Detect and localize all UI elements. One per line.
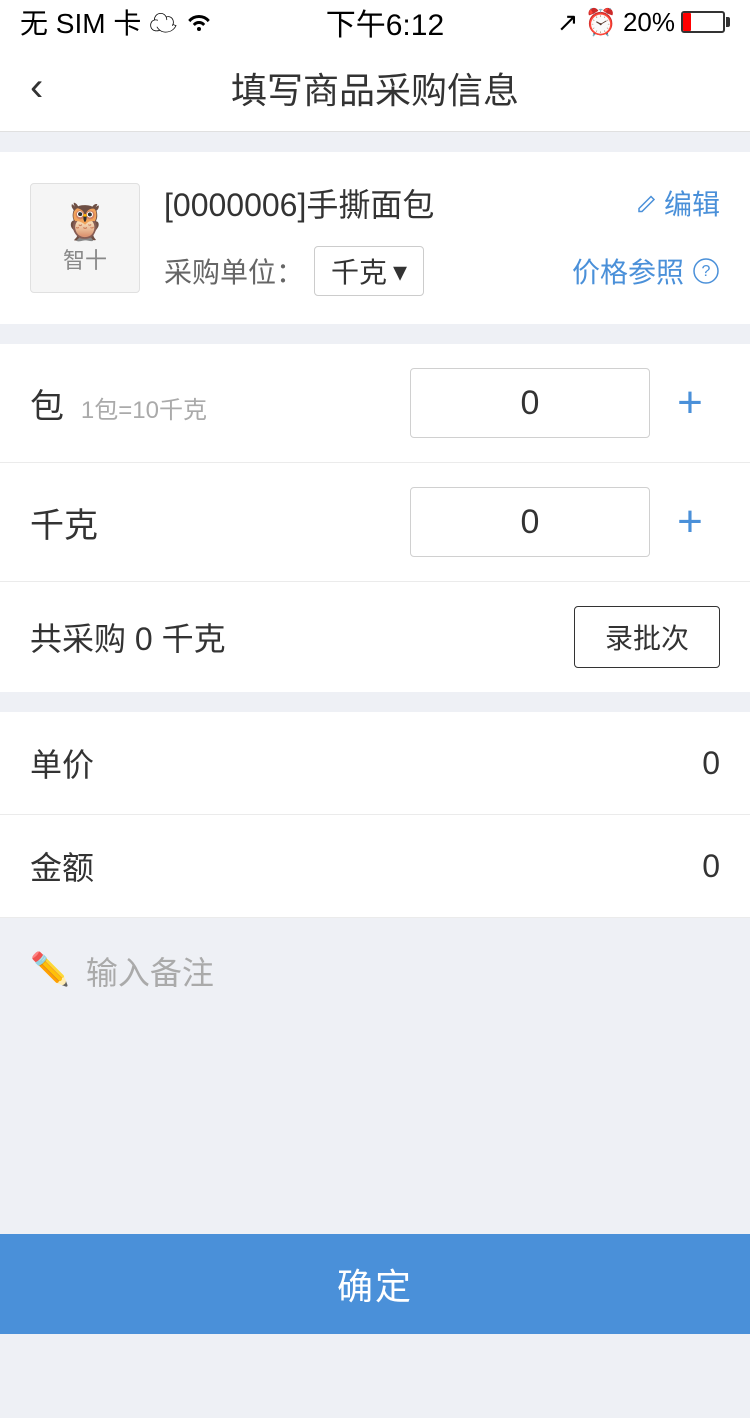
unit-price-row: 单价 0 [0, 712, 750, 815]
status-right: ↗ ⏰ 20% [557, 7, 730, 38]
unit-row: 采购单位： 千克 ▾ 价格参照 ? [164, 246, 720, 296]
price-ref-button[interactable]: 价格参照 ? [572, 251, 720, 291]
bag-input-row: 包 1包=10千克 0 + [0, 344, 750, 463]
unit-price-label: 单价 [30, 740, 94, 786]
section-divider-2 [0, 324, 750, 344]
amount-value: 0 [702, 848, 720, 885]
bag-quantity-input[interactable]: 0 [410, 368, 650, 438]
amount-row: 金额 0 [0, 815, 750, 918]
kg-increment-button[interactable]: + [660, 487, 720, 557]
back-button[interactable]: ‹ [30, 65, 63, 110]
notes-section[interactable]: ✏️ 输入备注 [0, 918, 750, 1118]
status-bar: 无 SIM 卡 ☁ 下午6:12 ↗ ⏰ 20% [0, 0, 750, 44]
bag-label: 包 1包=10千克 [30, 379, 210, 428]
location-icon: ↗ [557, 7, 579, 38]
dropdown-icon: ▾ [393, 255, 407, 288]
product-name: [0000006]手撕面包 [164, 180, 434, 226]
battery-percent: 20% [623, 7, 675, 38]
confirm-button[interactable]: 确定 [0, 1234, 750, 1334]
section-divider-1 [0, 132, 750, 152]
unit-price-value: 0 [702, 745, 720, 782]
summary-row: 共采购 0 千克 录批次 [0, 582, 750, 692]
pencil-icon: ✏️ [30, 950, 70, 988]
wifi-icon [185, 6, 213, 38]
amount-label: 金额 [30, 843, 94, 889]
product-image: 🦉 智十 [30, 183, 140, 293]
kg-quantity-input[interactable]: 0 [410, 487, 650, 557]
kg-input-row: 千克 0 + [0, 463, 750, 582]
kg-label: 千克 [30, 498, 210, 547]
input-section: 包 1包=10千克 0 + 千克 0 + [0, 344, 750, 582]
product-card: 🦉 智十 [0000006]手撕面包 编辑 采购单位： 千克 ▾ 价格参照 ? [0, 152, 750, 324]
bag-increment-button[interactable]: + [660, 368, 720, 438]
sim-status: 无 SIM 卡 ☁ [20, 2, 177, 42]
alarm-icon: ⏰ [585, 7, 617, 38]
battery-icon [681, 11, 730, 33]
unit-select[interactable]: 千克 ▾ [314, 246, 424, 296]
status-time: 下午6:12 [326, 0, 444, 44]
product-info: [0000006]手撕面包 编辑 采购单位： 千克 ▾ 价格参照 ? [164, 180, 720, 296]
notes-placeholder-text: 输入备注 [86, 948, 214, 994]
price-section: 单价 0 金额 0 [0, 712, 750, 918]
summary-text: 共采购 0 千克 [30, 614, 226, 660]
product-logo-icon: 🦉 [63, 201, 108, 243]
edit-button[interactable]: 编辑 [636, 183, 720, 223]
page-title: 填写商品采购信息 [231, 62, 519, 114]
svg-text:?: ? [702, 263, 711, 280]
nav-bar: ‹ 填写商品采购信息 [0, 44, 750, 132]
batch-button[interactable]: 录批次 [574, 606, 720, 668]
product-brand-text: 智十 [63, 243, 108, 275]
section-divider-3 [0, 692, 750, 712]
product-name-row: [0000006]手撕面包 编辑 [164, 180, 720, 226]
unit-label: 采购单位： [164, 251, 304, 291]
status-left: 无 SIM 卡 ☁ [20, 2, 213, 42]
